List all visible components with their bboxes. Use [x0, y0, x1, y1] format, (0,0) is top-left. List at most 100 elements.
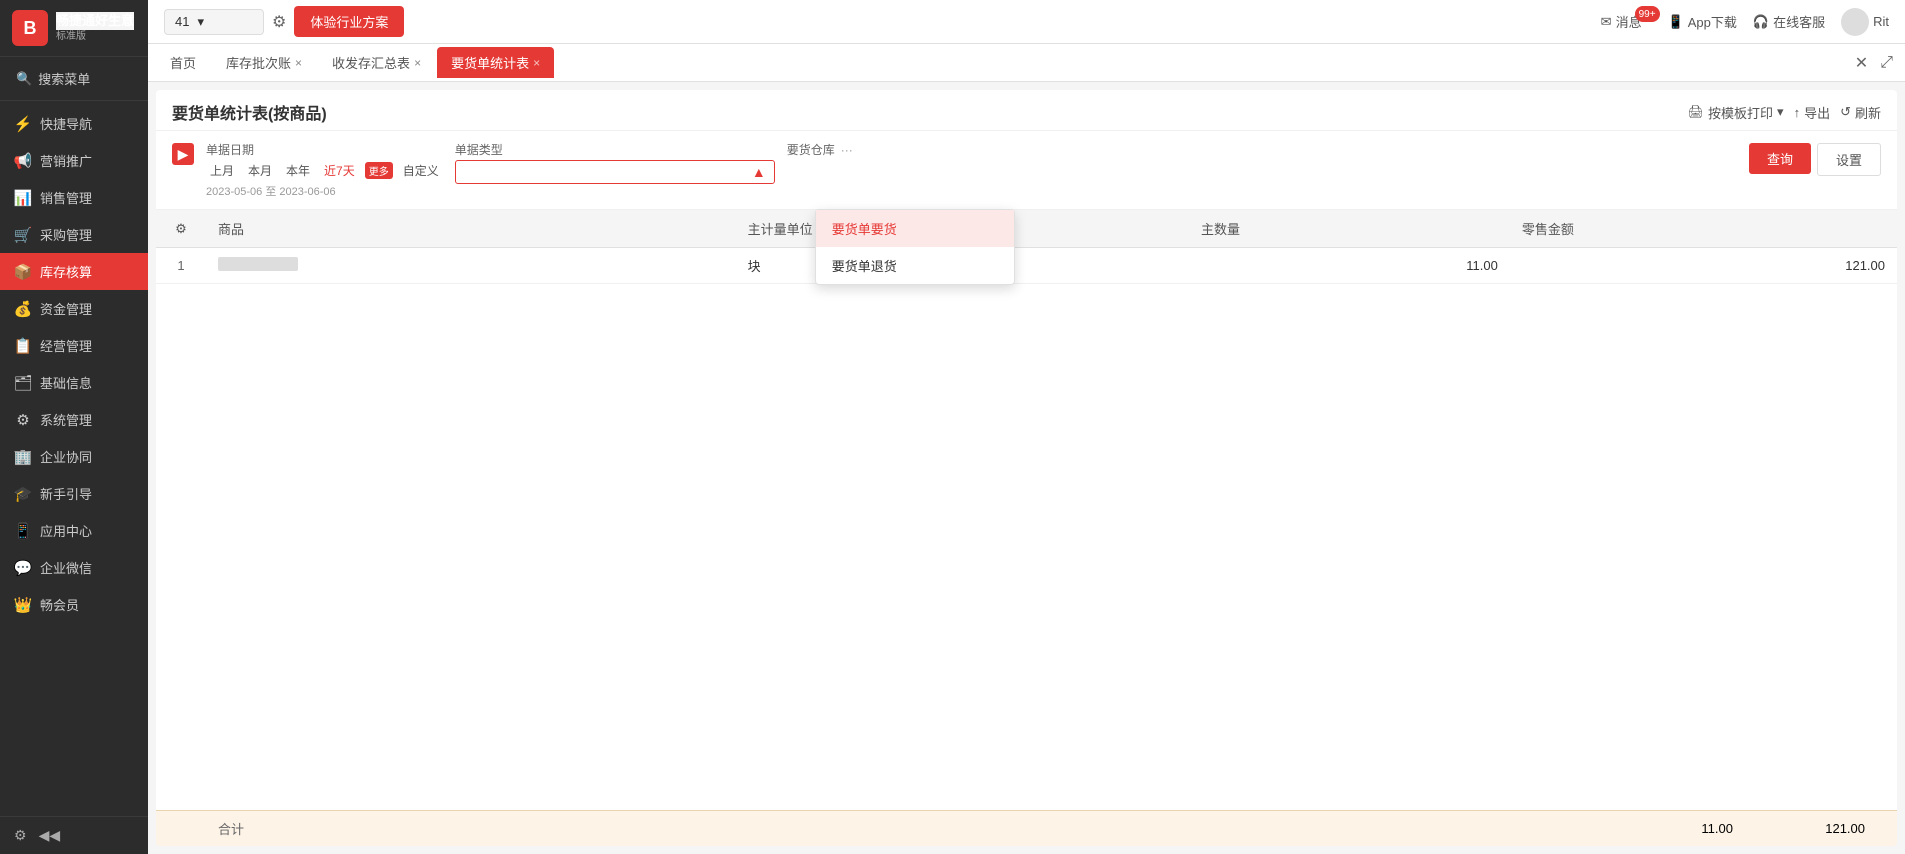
tab-batch-ledger-close[interactable]: ×: [295, 56, 302, 70]
sidebar-item-label: 应用中心: [40, 521, 92, 540]
col-qty: 主数量: [1189, 210, 1510, 248]
date-options: 上月 本月 本年 近7天 更多 自定义: [206, 160, 443, 181]
settings-icon[interactable]: ⚙: [175, 221, 187, 236]
purchase-icon: 🛒: [14, 226, 32, 244]
company-value: 41: [175, 14, 189, 29]
sidebar-item-wechat[interactable]: 💬 企业微信: [0, 549, 148, 586]
sidebar-item-guide[interactable]: 🎓 新手引导: [0, 475, 148, 512]
sidebar-item-marketing[interactable]: 📢 营销推广: [0, 142, 148, 179]
cell-amount: 121.00: [1510, 248, 1897, 284]
date-range: 2023-05-06 至 2023-06-06: [206, 183, 443, 199]
sidebar-footer: ⚙ ◀◀: [0, 816, 148, 854]
appstore-icon: 📱: [14, 522, 32, 540]
sidebar-item-sales[interactable]: 📊 销售管理: [0, 179, 148, 216]
logo-sub: 标准版: [56, 30, 134, 44]
chevron-down-icon: ▾: [197, 14, 204, 30]
trial-button[interactable]: 体验行业方案: [294, 6, 404, 37]
user-area[interactable]: Rit: [1841, 8, 1889, 36]
sidebar-item-label: 畅会员: [40, 595, 79, 614]
messages-button[interactable]: ✉ 消息 99+: [1601, 12, 1652, 31]
filter-type-input[interactable]: [464, 165, 752, 180]
filter-actions: 查询 设置: [1749, 141, 1881, 176]
warehouse-more-icon[interactable]: ···: [841, 143, 853, 157]
sidebar-item-quick-nav[interactable]: ⚡ 快捷导航: [0, 105, 148, 142]
tab-batch-ledger-label: 库存批次账: [226, 53, 291, 72]
sidebar-item-enterprise[interactable]: 🏢 企业协同: [0, 438, 148, 475]
cell-qty: 11.00: [1189, 248, 1510, 284]
online-service-label: 在线客服: [1773, 12, 1825, 31]
sidebar-item-appstore[interactable]: 📱 应用中心: [0, 512, 148, 549]
sidebar-item-inventory[interactable]: 📦 库存核算: [0, 253, 148, 290]
tab-home[interactable]: 首页: [156, 47, 210, 78]
dropdown-item-return[interactable]: 要货单退货: [816, 247, 1014, 284]
sidebar-search-area: 🔍 搜索菜单: [0, 57, 148, 101]
collapse-sidebar-button[interactable]: ◀◀: [39, 827, 61, 844]
table-row: 1 块 11.00 121.00: [156, 248, 1897, 284]
finance-icon: 💰: [14, 300, 32, 318]
company-selector[interactable]: 41 ▾: [164, 9, 264, 35]
filter-warehouse-group: 要货仓库 ···: [787, 141, 853, 158]
date-btn-last-month[interactable]: 上月: [206, 160, 238, 181]
date-btn-custom[interactable]: 自定义: [399, 160, 443, 181]
page-header-actions: 🖨 按模板打印 ▾ ↑ 导出 ↺ 刷新: [1688, 103, 1882, 122]
expand-tabs-button[interactable]: ⤢: [1876, 50, 1897, 76]
sidebar-item-basic[interactable]: 🗂 基础信息: [0, 364, 148, 401]
filter-date-group: 单据日期 上月 本月 本年 近7天 更多 自定义 2023-05-06 至 20…: [206, 141, 443, 199]
col-amount: 零售金额: [1510, 210, 1897, 248]
date-more-badge[interactable]: 更多: [365, 162, 393, 179]
total-amount: 121.00: [1745, 821, 1865, 836]
close-tab-button[interactable]: ✕: [1851, 49, 1872, 77]
sidebar-item-member[interactable]: 👑 畅会员: [0, 586, 148, 623]
tabs-actions: ✕ ⤢: [1851, 49, 1897, 77]
sidebar-item-operations[interactable]: 📋 经营管理: [0, 327, 148, 364]
sales-icon: 📊: [14, 189, 32, 207]
tab-inout-summary[interactable]: 收发存汇总表 ×: [318, 47, 435, 78]
date-btn-this-year[interactable]: 本年: [282, 160, 314, 181]
col-settings[interactable]: ⚙: [156, 210, 206, 248]
print-template-label: 按模板打印: [1708, 103, 1773, 122]
topbar-gear-button[interactable]: ⚙: [272, 12, 286, 32]
print-template-button[interactable]: 🖨 按模板打印 ▾: [1688, 103, 1784, 122]
refresh-icon: ↺: [1840, 104, 1851, 120]
page-header: 要货单统计表(按商品) 🖨 按模板打印 ▾ ↑ 导出 ↺ 刷新: [156, 90, 1897, 131]
settings-footer-button[interactable]: ⚙: [14, 827, 27, 844]
date-btn-this-month[interactable]: 本月: [244, 160, 276, 181]
tab-batch-ledger[interactable]: 库存批次账 ×: [212, 47, 316, 78]
search-icon: 🔍: [16, 71, 32, 87]
page-content: 要货单统计表(按商品) 🖨 按模板打印 ▾ ↑ 导出 ↺ 刷新 ▶: [156, 90, 1897, 846]
sidebar-item-system[interactable]: ⚙ 系统管理: [0, 401, 148, 438]
filter-type-label: 单据类型: [455, 141, 775, 158]
dropdown-item-order[interactable]: 要货单要货: [816, 210, 1014, 247]
date-btn-7days[interactable]: 近7天: [320, 160, 359, 181]
cell-seq: 1: [156, 248, 206, 284]
chevron-up-icon[interactable]: ▲: [752, 164, 766, 180]
filter-expand-button[interactable]: ▶: [172, 143, 194, 165]
system-icon: ⚙: [14, 411, 32, 429]
filter-date-label: 单据日期: [206, 141, 443, 158]
table-header-row: ⚙ 商品 主计量单位 主数量 零售金额: [156, 210, 1897, 248]
filter-bar: ▶ 单据日期 上月 本月 本年 近7天 更多 自定义 2023-05-06 至 …: [156, 131, 1897, 210]
app-download-button[interactable]: 📱 App下载: [1668, 12, 1737, 31]
online-service-button[interactable]: 🎧 在线客服: [1753, 12, 1825, 31]
export-button[interactable]: ↑ 导出: [1794, 103, 1831, 122]
sidebar-item-finance[interactable]: 💰 资金管理: [0, 290, 148, 327]
tab-home-label: 首页: [170, 53, 196, 72]
export-icon: ↑: [1794, 105, 1801, 120]
query-button[interactable]: 查询: [1749, 143, 1811, 174]
tab-order-stats-close[interactable]: ×: [533, 56, 540, 70]
tab-order-stats[interactable]: 要货单统计表 ×: [437, 47, 554, 78]
sidebar-item-label: 资金管理: [40, 299, 92, 318]
type-dropdown: 要货单要货 要货单退货: [815, 209, 1015, 285]
logo-icon: B: [12, 10, 48, 46]
col-product: 商品: [206, 210, 736, 248]
search-menu-button[interactable]: 🔍 搜索菜单: [10, 65, 138, 92]
refresh-button[interactable]: ↺ 刷新: [1840, 103, 1881, 122]
headset-icon: 🎧: [1753, 14, 1769, 30]
setting-button[interactable]: 设置: [1817, 143, 1881, 176]
sidebar-item-purchase[interactable]: 🛒 采购管理: [0, 216, 148, 253]
filter-type-input-wrap[interactable]: ▲: [455, 160, 775, 184]
sidebar-item-label: 营销推广: [40, 151, 92, 170]
topbar-right: ✉ 消息 99+ 📱 App下载 🎧 在线客服 Rit: [1601, 8, 1889, 36]
tab-inout-summary-close[interactable]: ×: [414, 56, 421, 70]
logo-main: 畅捷通好生意: [56, 12, 134, 30]
